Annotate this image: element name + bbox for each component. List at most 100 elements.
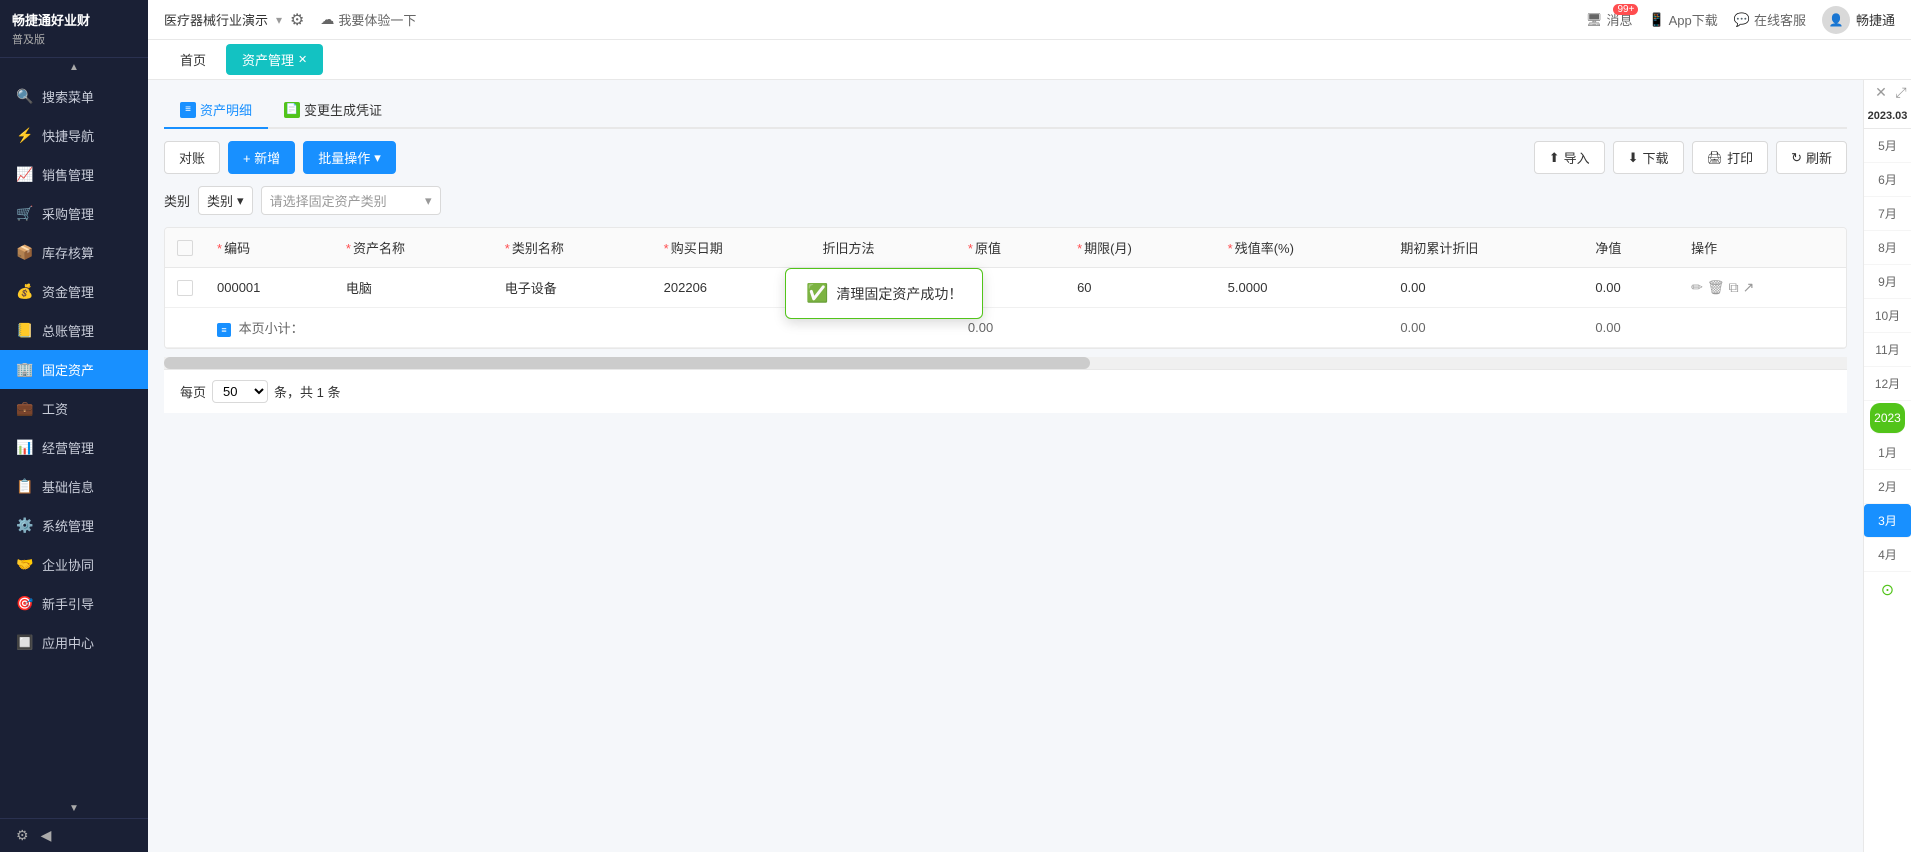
- delete-icon[interactable]: 🗑: [1707, 279, 1725, 296]
- company-settings-icon[interactable]: ⚙: [290, 10, 304, 30]
- horizontal-scrollbar[interactable]: [164, 357, 1847, 369]
- per-page-select[interactable]: 50 100 200: [212, 380, 268, 403]
- sub-tab-change-voucher[interactable]: 📄 变更生成凭证: [268, 92, 398, 129]
- sidebar-label-basic-info: 基础信息: [42, 477, 94, 496]
- select-all-checkbox[interactable]: [177, 240, 193, 256]
- sidebar-label-fixed-assets: 固定资产: [42, 360, 94, 379]
- panel-close-icon[interactable]: ✕: [1873, 84, 1889, 100]
- col-original-value: *原值: [956, 228, 1065, 268]
- year-badge[interactable]: 2023: [1870, 403, 1905, 434]
- sidebar-item-guide[interactable]: 🎯新手引导: [0, 584, 148, 623]
- sidebar-item-finance[interactable]: 💰资金管理: [0, 272, 148, 311]
- panel-months: 5月6月7月8月9月10月11月12月20231月2月3月4月⊙: [1864, 129, 1911, 608]
- batch-btn-label: 批量操作: [318, 148, 370, 167]
- sidebar-icon-guide: 🎯: [16, 595, 34, 613]
- month-item-curr-2月[interactable]: 2月: [1864, 470, 1911, 504]
- content-main: ≡ 资产明细 📄 变更生成凭证 对账 + 新增 批量操作 ▾ ⬆: [148, 80, 1863, 852]
- sidebar-item-cooperation[interactable]: 🤝企业协同: [0, 545, 148, 584]
- sub-tab-change-voucher-label: 变更生成凭证: [304, 100, 382, 119]
- category-type-select[interactable]: 类别 ▾: [198, 186, 253, 215]
- print-label: 打印: [1727, 148, 1753, 167]
- month-item-prev-12月[interactable]: 12月: [1864, 367, 1911, 401]
- download-icon2: ⬇: [1628, 150, 1639, 166]
- tab-home[interactable]: 首页: [164, 44, 222, 75]
- toolbar: 对账 + 新增 批量操作 ▾ ⬆ 导入 ⬇ 下载 🖨: [164, 141, 1847, 174]
- sidebar-item-sales[interactable]: 📈销售管理: [0, 155, 148, 194]
- notifications-btn[interactable]: 🖥 消息 99+: [1586, 10, 1633, 29]
- sidebar-item-payroll[interactable]: 💼工资: [0, 389, 148, 428]
- new-btn[interactable]: + 新增: [228, 141, 295, 174]
- sidebar-icon-operations: 📊: [16, 439, 34, 457]
- tab-asset-mgmt[interactable]: 资产管理 ✕: [226, 44, 323, 75]
- sidebar-scroll-up[interactable]: ▲: [0, 58, 148, 77]
- app-download-btn[interactable]: 📱 App下载: [1648, 10, 1717, 29]
- import-btn[interactable]: ⬆ 导入: [1534, 141, 1605, 174]
- download-btn[interactable]: ⬇ 下载: [1613, 141, 1684, 174]
- sidebar-item-basic-info[interactable]: 📋 基础信息: [0, 467, 148, 506]
- toast-success-icon: ✅: [806, 283, 828, 304]
- settings-icon[interactable]: ⚙: [16, 827, 29, 844]
- user-area: 👤 畅捷通: [1822, 6, 1895, 34]
- sidebar-item-app-center[interactable]: 🔲应用中心: [0, 623, 148, 662]
- sidebar-icon-app-center: 🔲: [16, 634, 34, 652]
- month-item-prev-8月[interactable]: 8月: [1864, 231, 1911, 265]
- panel-expand-icon[interactable]: ⤢: [1893, 84, 1909, 100]
- month-item-prev-10月[interactable]: 10月: [1864, 299, 1911, 333]
- sidebar-icon-cooperation: 🤝: [16, 556, 34, 574]
- experience-btn[interactable]: ☁ 我要体验一下: [320, 10, 416, 29]
- col-net-value: 净值: [1583, 228, 1679, 268]
- notifications-badge: 99+: [1613, 4, 1638, 15]
- col-depreciation: 折旧方法: [811, 228, 956, 268]
- sidebar-item-ledger[interactable]: 📒总账管理: [0, 311, 148, 350]
- online-service-btn[interactable]: 💬 在线客服: [1734, 10, 1806, 29]
- scrollbar-thumb[interactable]: [164, 357, 1090, 369]
- app-title: 畅捷通好业财: [12, 10, 136, 29]
- row-code: 000001: [205, 268, 334, 308]
- filter-row: 类别 类别 ▾ 请选择固定资产类别 ▾: [164, 186, 1847, 215]
- row-category: 电子设备: [493, 268, 652, 308]
- collapse-icon[interactable]: ◀: [41, 827, 52, 844]
- sidebar-item-operations[interactable]: 📊经营管理: [0, 428, 148, 467]
- table-header-row: *编码 *资产名称 *类别名称 *购买日期 折旧方法 *原值 *期限(月) *残…: [165, 228, 1846, 268]
- panel-year-month: 2023.03: [1868, 110, 1908, 122]
- row-checkbox[interactable]: [177, 280, 193, 296]
- copy-icon[interactable]: ⧉: [1729, 279, 1739, 296]
- sidebar-scroll-down[interactable]: ▼: [0, 799, 148, 818]
- category-value-select[interactable]: 请选择固定资产类别 ▾: [261, 186, 441, 215]
- service-icon: 💬: [1734, 12, 1750, 28]
- edit-icon[interactable]: ✏: [1691, 279, 1703, 296]
- sidebar-item-inventory[interactable]: 📦库存核算: [0, 233, 148, 272]
- batch-btn[interactable]: 批量操作 ▾: [303, 141, 396, 174]
- month-item-prev-11月[interactable]: 11月: [1864, 333, 1911, 367]
- sidebar-item-purchase[interactable]: 🛒采购管理: [0, 194, 148, 233]
- month-item-prev-7月[interactable]: 7月: [1864, 197, 1911, 231]
- month-item-curr-3月[interactable]: 3月: [1864, 504, 1911, 538]
- sidebar-item-fixed-assets[interactable]: 🏢固定资产: [0, 350, 148, 389]
- cloud-icon: ☁: [320, 11, 334, 28]
- sidebar-icon-basic-info: 📋: [16, 478, 34, 496]
- month-item-prev-6月[interactable]: 6月: [1864, 163, 1911, 197]
- account-btn[interactable]: 对账: [164, 141, 220, 174]
- company-dropdown-arrow[interactable]: ▾: [276, 13, 282, 27]
- sidebar-item-system[interactable]: ⚙️系统管理: [0, 506, 148, 545]
- sidebar-label-system: 系统管理: [42, 516, 94, 535]
- header-right: 🖥 消息 99+ 📱 App下载 💬 在线客服 👤 畅捷通: [1586, 6, 1895, 34]
- sidebar-item-quick-nav[interactable]: ⚡快捷导航: [0, 116, 148, 155]
- sub-tab-asset-detail[interactable]: ≡ 资产明细: [164, 92, 268, 129]
- sidebar-icon-quick-nav: ⚡: [16, 127, 34, 145]
- month-item-curr-1月[interactable]: 1月: [1864, 436, 1911, 470]
- panel-scroll-down[interactable]: ⊙: [1864, 572, 1911, 608]
- month-item-curr-4月[interactable]: 4月: [1864, 538, 1911, 572]
- col-residual-rate: *残值率(%): [1216, 228, 1389, 268]
- import-label: 导入: [1564, 148, 1590, 167]
- more-icon[interactable]: ↗: [1743, 279, 1755, 296]
- refresh-btn[interactable]: ↻ 刷新: [1776, 141, 1847, 174]
- month-item-prev-5月[interactable]: 5月: [1864, 129, 1911, 163]
- month-item-prev-9月[interactable]: 9月: [1864, 265, 1911, 299]
- change-voucher-icon: 📄: [284, 102, 300, 118]
- sidebar-icon-ledger: 📒: [16, 322, 34, 340]
- sidebar-item-search[interactable]: 🔍搜索菜单: [0, 77, 148, 116]
- tab-close-icon[interactable]: ✕: [298, 53, 307, 66]
- print-btn[interactable]: 🖨 打印: [1692, 141, 1769, 174]
- download-icon: 📱: [1648, 12, 1664, 28]
